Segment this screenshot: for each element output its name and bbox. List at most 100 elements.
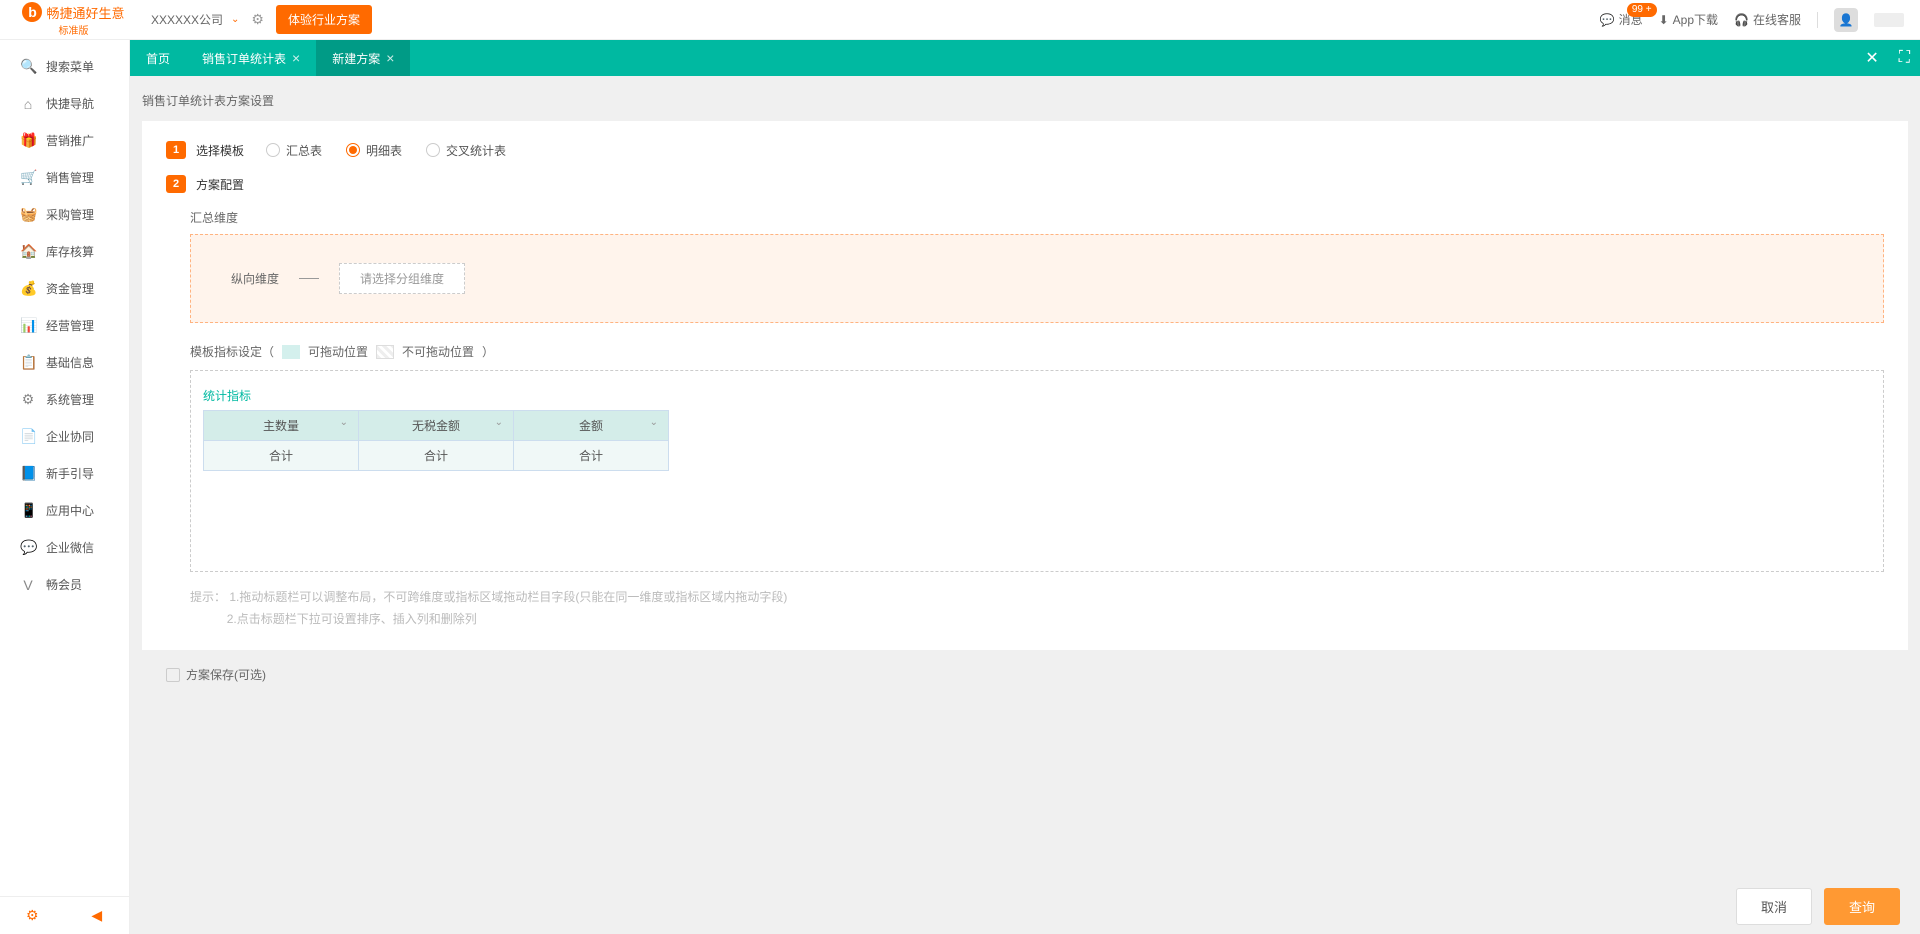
divider <box>1817 12 1818 28</box>
sidebar-quicknav[interactable]: ⌂ 快捷导航 <box>0 85 129 122</box>
hints: 提示： 1.拖动标题栏可以调整布局，不可跨维度或指标区域拖动栏目字段(只能在同一… <box>190 586 1884 630</box>
sidebar-purchase-icon: 🧺 <box>20 206 36 223</box>
online-service-label: 在线客服 <box>1753 11 1801 28</box>
sidebar-marketing-icon: 🎁 <box>20 132 36 149</box>
sidebar-funds[interactable]: 💰资金管理 <box>0 270 129 307</box>
sidebar-guide[interactable]: 📘新手引导 <box>0 455 129 492</box>
legend-draggable-swatch <box>282 345 300 359</box>
legend-fixed-label: 不可拖动位置 <box>402 343 474 360</box>
sidebar-collab-icon: 📄 <box>20 428 36 445</box>
logo-subtitle: 标准版 <box>59 22 89 37</box>
metrics-column-header[interactable]: 主数量 ⌄ <box>204 411 359 441</box>
company-selector[interactable]: XXXXXX公司 ⌄ <box>151 11 239 28</box>
sidebar-apps-icon: 📱 <box>20 502 36 519</box>
sidebar-sales-icon: 🛒 <box>20 169 36 186</box>
hints-label: 提示： <box>190 590 226 604</box>
sidebar-collab[interactable]: 📄 企业协同 <box>0 418 129 455</box>
template-radio[interactable]: 交叉统计表 <box>426 142 506 159</box>
chevron-down-icon: ⌄ <box>231 14 239 25</box>
sidebar-operations[interactable]: 📊经营管理 <box>0 307 129 344</box>
experience-button[interactable]: 体验行业方案 <box>276 5 372 34</box>
sidebar-marketing[interactable]: 🎁营销推广 <box>0 122 129 159</box>
app-download-link[interactable]: ⬇ App下载 <box>1659 11 1718 28</box>
sidebar-item-label: 采购管理 <box>46 206 94 223</box>
sidebar-member[interactable]: V畅会员 <box>0 566 129 603</box>
tab-close-icon[interactable]: × <box>292 50 300 66</box>
fullscreen-icon[interactable]: ⛶ <box>1889 49 1920 67</box>
template-radio[interactable]: 明细表 <box>346 142 402 159</box>
sidebar-search-icon: 🔍 <box>20 58 36 75</box>
top-header: b 畅捷通好生意 标准版 XXXXXX公司 ⌄ ⚙ 体验行业方案 💬 消息 99… <box>0 0 1920 40</box>
radio-icon <box>266 143 280 157</box>
template-radio-group: 汇总表 明细表 交叉统计表 <box>266 142 506 159</box>
sidebar-item-label: 企业协同 <box>46 428 94 445</box>
step-2-row: 2 方案配置 <box>166 175 1884 193</box>
chevron-down-icon[interactable]: ⌄ <box>340 417 348 428</box>
column-label: 主数量 <box>263 419 299 433</box>
tab[interactable]: 销售订单统计表× <box>186 40 316 76</box>
sidebar: 🔍 搜索菜单 ⌂ 快捷导航 🎁营销推广🛒销售管理 🧺 采购管理 🏠库存核算💰资金管理📊经营管理… <box>0 40 130 934</box>
sidebar-collapse-icon[interactable]: ◀ <box>65 897 130 934</box>
query-button[interactable]: 查询 <box>1824 888 1900 925</box>
save-plan-row: 方案保存(可选) <box>166 666 1908 683</box>
tabs-bar: 首页销售订单统计表× 新建方案 × ✕ ⛶ <box>130 40 1920 76</box>
step-1-number: 1 <box>166 141 186 159</box>
tab[interactable]: 首页 <box>130 40 186 76</box>
tab[interactable]: 新建方案 × <box>316 40 410 76</box>
sidebar-item-label: 新手引导 <box>46 465 94 482</box>
sidebar-basic[interactable]: 📋基础信息 <box>0 344 129 381</box>
logo-text: 畅捷通好生意 <box>46 3 124 22</box>
metrics-total-cell: 合计 <box>204 441 359 471</box>
sidebar-item-label: 搜索菜单 <box>46 58 94 75</box>
legend-prefix: 模板指标设定（ <box>190 343 274 360</box>
metrics-column-header[interactable]: 无税金额⌄ <box>359 411 514 441</box>
column-label: 金额 <box>579 419 603 433</box>
avatar[interactable]: 👤 <box>1834 8 1858 32</box>
hint-1: 1.拖动标题栏可以调整布局，不可跨维度或指标区域拖动栏目字段(只能在同一维度或指… <box>229 590 787 604</box>
sidebar-settings-icon[interactable]: ⚙ <box>0 897 65 934</box>
metrics-total-cell: 合计 <box>359 441 514 471</box>
page-title: 销售订单统计表方案设置 <box>142 88 1908 121</box>
dimension-box: 纵向维度 请选择分组维度 <box>190 234 1884 323</box>
radio-label: 汇总表 <box>286 142 322 159</box>
sidebar-item-label: 快捷导航 <box>46 95 94 112</box>
sidebar-sales[interactable]: 🛒销售管理 <box>0 159 129 196</box>
messages-link[interactable]: 💬 消息 99 + <box>1600 11 1643 28</box>
chevron-down-icon[interactable]: ⌄ <box>495 417 503 428</box>
chevron-down-icon[interactable]: ⌄ <box>650 417 658 428</box>
sidebar-item-label: 系统管理 <box>46 391 94 408</box>
save-plan-label: 方案保存(可选) <box>186 666 266 683</box>
user-name-placeholder <box>1874 13 1904 27</box>
sidebar-wechat[interactable]: 💬企业微信 <box>0 529 129 566</box>
sidebar-system[interactable]: ⚙系统管理 <box>0 381 129 418</box>
sidebar-item-label: 经营管理 <box>46 317 94 334</box>
radio-icon <box>426 143 440 157</box>
legend-draggable-label: 可拖动位置 <box>308 343 368 360</box>
sidebar-item-label: 库存核算 <box>46 243 94 260</box>
save-plan-checkbox[interactable] <box>166 668 180 682</box>
sidebar-apps[interactable]: 📱应用中心 <box>0 492 129 529</box>
step-1-row: 1 选择模板 汇总表 明细表 交叉统计表 <box>166 141 1884 159</box>
step-1-label: 选择模板 <box>196 142 244 159</box>
tab-close-icon[interactable]: × <box>386 50 394 66</box>
sidebar-purchase[interactable]: 🧺 采购管理 <box>0 196 129 233</box>
sidebar-quicknav-icon: ⌂ <box>20 96 36 112</box>
messages-badge: 99 + <box>1627 3 1657 17</box>
footer-bar: 取消 查询 <box>130 878 1920 934</box>
app-download-label: App下载 <box>1673 11 1718 28</box>
company-name: XXXXXX公司 <box>151 11 223 28</box>
template-radio[interactable]: 汇总表 <box>266 142 322 159</box>
online-service-link[interactable]: 🎧 在线客服 <box>1734 11 1801 28</box>
metrics-column-header[interactable]: 金额 ⌄ <box>514 411 669 441</box>
tab-label: 新建方案 <box>332 50 380 67</box>
sidebar-item-label: 资金管理 <box>46 280 94 297</box>
gear-icon[interactable]: ⚙ <box>251 11 264 28</box>
dimension-selector[interactable]: 请选择分组维度 <box>339 263 465 294</box>
cancel-button[interactable]: 取消 <box>1736 888 1812 925</box>
sidebar-inventory[interactable]: 🏠库存核算 <box>0 233 129 270</box>
metrics-title: 统计指标 <box>203 387 1871 404</box>
sidebar-item-label: 企业微信 <box>46 539 94 556</box>
tab-label: 首页 <box>146 50 170 67</box>
tab-close-all-icon[interactable]: ✕ <box>1855 48 1888 68</box>
sidebar-search[interactable]: 🔍 搜索菜单 <box>0 48 129 85</box>
